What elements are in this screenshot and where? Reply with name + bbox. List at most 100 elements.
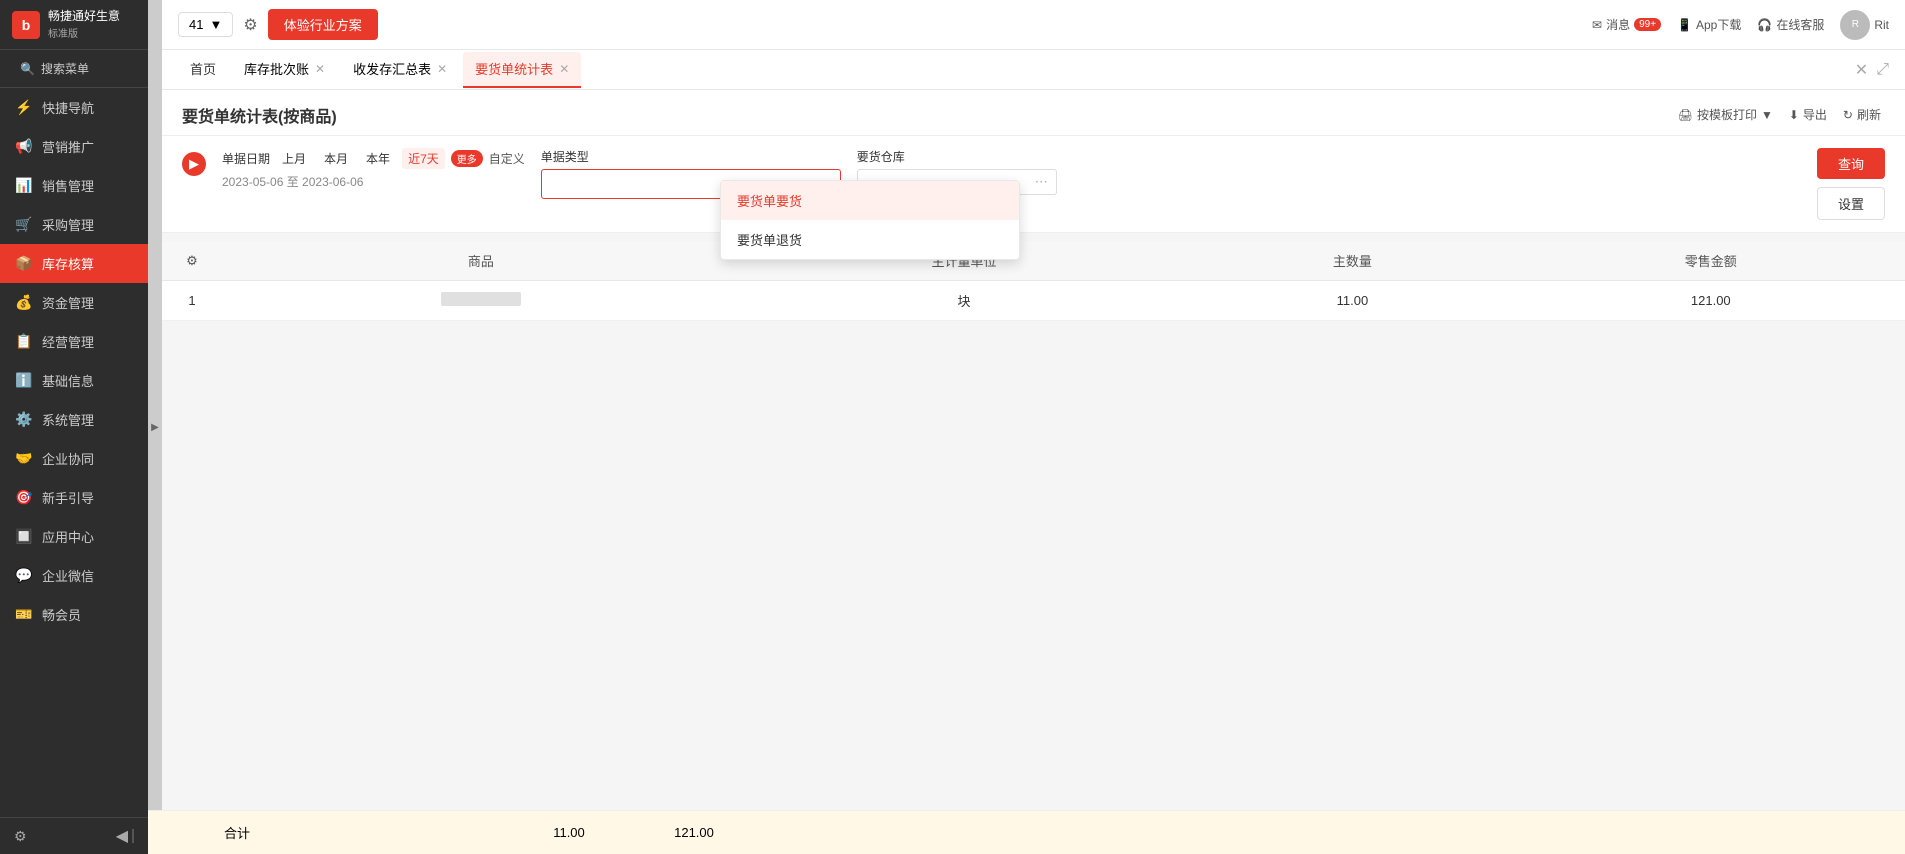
- this-month-btn[interactable]: 本月: [318, 148, 354, 169]
- col-amount: 零售金额: [1517, 241, 1905, 281]
- headset-icon: 🎧: [1757, 18, 1772, 32]
- export-icon: ⬇: [1789, 108, 1799, 122]
- sidebar-item-inventory[interactable]: 📦 库存核算: [0, 244, 148, 283]
- sidebar-item-label: 企业微信: [42, 566, 94, 585]
- more-dates-badge[interactable]: 更多: [451, 150, 483, 167]
- sidebar-item-enterprise[interactable]: 🤝 企业协同: [0, 439, 148, 478]
- table-footer: 合计 11.00 121.00: [162, 810, 1905, 854]
- sidebar-item-system[interactable]: ⚙️ 系统管理: [0, 400, 148, 439]
- collapse-icon: ◀: [116, 826, 128, 846]
- page-title: 要货单统计表(按商品): [182, 103, 337, 127]
- tab-bar-right: ✕ ⤢: [1855, 60, 1889, 80]
- settings-icon[interactable]: ⚙: [186, 253, 198, 268]
- search-icon: 🔍: [20, 62, 35, 76]
- page-content: 要货单统计表(按商品) 🖨 按模板打印 ▼ ⬇ 导出 ↻ 刷新: [162, 90, 1905, 854]
- footer-quantity: 11.00: [504, 825, 634, 840]
- last-month-btn[interactable]: 上月: [276, 148, 312, 169]
- data-table: ⚙ 商品 主计量单位 主数量 零售金额 1 块: [162, 241, 1905, 321]
- type-dropdown: 要货单要货 要货单退货: [720, 180, 1020, 260]
- table-header-row: ⚙ 商品 主计量单位 主数量 零售金额: [162, 241, 1905, 281]
- tab-receipt-summary-label: 收发存汇总表: [353, 59, 431, 78]
- close-all-icon[interactable]: ✕: [1855, 60, 1868, 80]
- print-button[interactable]: 🖨 按模板打印 ▼: [1674, 102, 1777, 127]
- sidebar-item-corp-wechat[interactable]: 💬 企业微信: [0, 556, 148, 595]
- sidebar-expand-strip[interactable]: ▶: [148, 0, 162, 854]
- product-placeholder: [441, 292, 521, 306]
- collapse-sidebar-button[interactable]: ◀: [116, 826, 134, 846]
- sidebar-item-label: 基础信息: [42, 371, 94, 390]
- sidebar-item-label: 企业协同: [42, 449, 94, 468]
- sidebar-item-operation[interactable]: 📋 经营管理: [0, 322, 148, 361]
- newbie-icon: 🎯: [14, 489, 34, 506]
- app-center-icon: 🔲: [14, 528, 34, 545]
- export-button[interactable]: ⬇ 导出: [1785, 102, 1831, 127]
- app-download-item[interactable]: 📱 App下载: [1677, 16, 1741, 33]
- tab-batch-account[interactable]: 库存批次账 ✕: [232, 52, 337, 88]
- tab-home[interactable]: 首页: [178, 52, 228, 88]
- dropdown-option-return[interactable]: 要货单退货: [721, 220, 1019, 259]
- sidebar-item-label: 快捷导航: [42, 98, 94, 117]
- quick-nav-icon: ⚡: [14, 99, 34, 116]
- message-icon: ✉: [1592, 18, 1602, 32]
- dropdown-option-label: 要货单要货: [737, 194, 802, 209]
- sidebar-item-membership[interactable]: 🎫 畅会员: [0, 595, 148, 634]
- row-unit: 块: [740, 281, 1189, 321]
- trial-button[interactable]: 体验行业方案: [268, 9, 378, 40]
- enterprise-icon: 🤝: [14, 450, 34, 467]
- sidebar-item-app-center[interactable]: 🔲 应用中心: [0, 517, 148, 556]
- sidebar-item-sales[interactable]: 📊 销售管理: [0, 166, 148, 205]
- collapse-separator: [132, 829, 134, 843]
- expand-tab-icon[interactable]: ⤢: [1876, 61, 1889, 79]
- col-settings: ⚙: [162, 241, 222, 281]
- phone-icon: 📱: [1677, 18, 1692, 32]
- tab-requisition-stats-label: 要货单统计表: [475, 59, 553, 78]
- search-menu[interactable]: 🔍 搜索菜单: [0, 50, 148, 88]
- logo-icon: b: [12, 11, 40, 39]
- warehouse-more-icon[interactable]: ⋯: [1035, 174, 1048, 190]
- messages-badge: 99+: [1634, 18, 1661, 31]
- app-download-label: App下载: [1696, 16, 1741, 33]
- sidebar-item-label: 营销推广: [42, 137, 94, 156]
- footer-amount: 121.00: [634, 825, 754, 840]
- topbar-left: 41 ▼ ⚙ 体验行业方案: [178, 9, 378, 40]
- query-button[interactable]: 查询: [1817, 148, 1885, 179]
- this-year-btn[interactable]: 本年: [360, 148, 396, 169]
- last-7-days-btn[interactable]: 近7天: [402, 148, 445, 169]
- sidebar-footer: ⚙ ◀: [0, 817, 148, 854]
- dropdown-option-label: 要货单退货: [737, 233, 802, 248]
- page-actions: 🖨 按模板打印 ▼ ⬇ 导出 ↻ 刷新: [1674, 102, 1885, 127]
- footer-total-label: 合计: [224, 823, 384, 842]
- set-button[interactable]: 设置: [1817, 187, 1885, 220]
- app-version: 标准版: [48, 25, 120, 40]
- sidebar-item-quick-nav[interactable]: ⚡ 快捷导航: [0, 88, 148, 127]
- messages-item[interactable]: ✉ 消息 99+: [1592, 16, 1661, 33]
- store-selector[interactable]: 41 ▼: [178, 12, 233, 37]
- sales-icon: 📊: [14, 177, 34, 194]
- dropdown-option-requisition[interactable]: 要货单要货: [721, 181, 1019, 220]
- close-receipt-summary-icon[interactable]: ✕: [437, 62, 447, 76]
- table-area: ⚙ 商品 主计量单位 主数量 零售金额 1 块: [162, 241, 1905, 321]
- settings-icon[interactable]: ⚙: [14, 828, 27, 845]
- finance-icon: 💰: [14, 294, 34, 311]
- sidebar-item-finance[interactable]: 💰 资金管理: [0, 283, 148, 322]
- refresh-icon: ↻: [1843, 108, 1853, 122]
- sidebar-item-purchase[interactable]: 🛒 采购管理: [0, 205, 148, 244]
- sidebar-item-newbie[interactable]: 🎯 新手引导: [0, 478, 148, 517]
- filter-expand-button[interactable]: ▶: [182, 152, 206, 176]
- topbar-settings-icon[interactable]: ⚙: [243, 15, 257, 35]
- refresh-button[interactable]: ↻ 刷新: [1839, 102, 1885, 127]
- user-avatar-item[interactable]: R Rit: [1840, 10, 1889, 40]
- close-requisition-stats-icon[interactable]: ✕: [559, 62, 569, 76]
- sidebar-item-base-info[interactable]: ℹ️ 基础信息: [0, 361, 148, 400]
- operation-icon: 📋: [14, 333, 34, 350]
- close-batch-account-icon[interactable]: ✕: [315, 62, 325, 76]
- tab-requisition-stats[interactable]: 要货单统计表 ✕: [463, 52, 581, 88]
- sidebar-item-marketing[interactable]: 📢 营销推广: [0, 127, 148, 166]
- online-service-item[interactable]: 🎧 在线客服: [1757, 16, 1824, 33]
- messages-label: 消息: [1606, 16, 1630, 33]
- custom-date-btn[interactable]: 自定义: [489, 150, 525, 167]
- sidebar-item-label: 资金管理: [42, 293, 94, 312]
- chevron-down-icon: ▼: [1761, 108, 1773, 122]
- chevron-right-icon: ▶: [189, 156, 199, 172]
- tab-receipt-summary[interactable]: 收发存汇总表 ✕: [341, 52, 459, 88]
